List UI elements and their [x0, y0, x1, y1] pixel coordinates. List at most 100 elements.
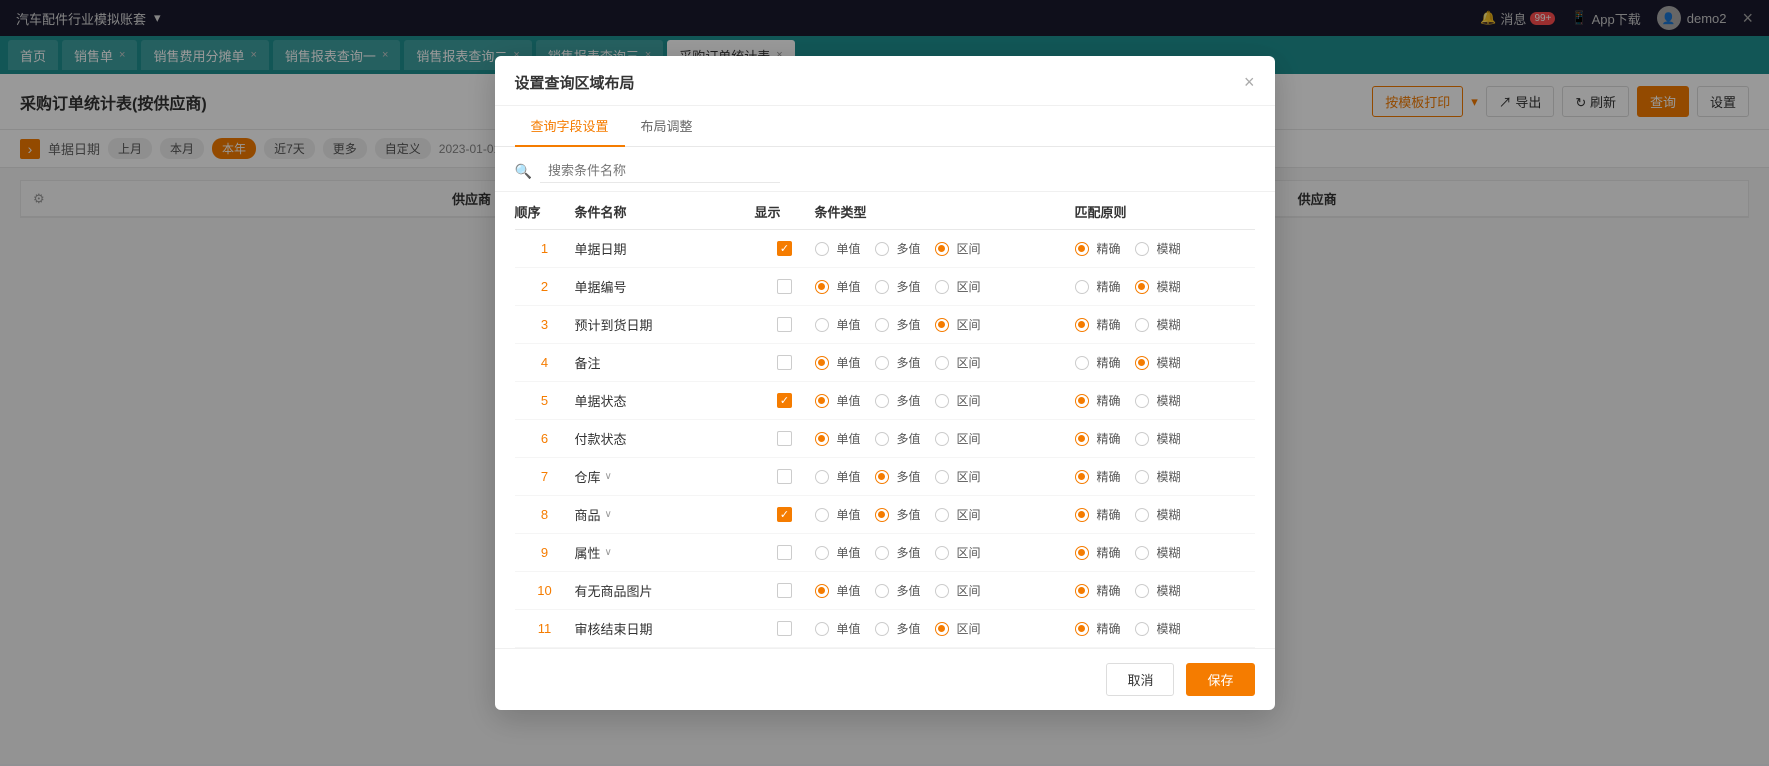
row-name-8: 属性∨	[575, 543, 755, 562]
radio-type-1-1[interactable]	[875, 280, 889, 294]
radio-match-label-4-0: 精确	[1097, 392, 1121, 409]
radio-type-10-2[interactable]	[935, 622, 949, 636]
checkbox-display-4[interactable]: ✓	[777, 393, 792, 408]
radio-match-3-0[interactable]	[1075, 356, 1089, 370]
row-match-8: 精确模糊	[1075, 544, 1275, 561]
radio-type-0-0[interactable]	[815, 242, 829, 256]
radio-type-4-1[interactable]	[875, 394, 889, 408]
radio-type-9-0[interactable]	[815, 584, 829, 598]
radio-match-label-8-1: 模糊	[1157, 544, 1181, 561]
radio-type-label-10-0: 单值	[837, 620, 861, 637]
radio-type-10-1[interactable]	[875, 622, 889, 636]
save-button[interactable]: 保存	[1186, 663, 1254, 696]
radio-match-4-1[interactable]	[1135, 394, 1149, 408]
radio-type-2-2[interactable]	[935, 318, 949, 332]
radio-type-3-2[interactable]	[935, 356, 949, 370]
radio-type-7-1[interactable]	[875, 508, 889, 522]
radio-type-8-1[interactable]	[875, 546, 889, 560]
radio-match-label-1-1: 模糊	[1157, 278, 1181, 295]
table-row: 1单据日期✓单值多值区间精确模糊	[515, 230, 1255, 268]
radio-type-7-0[interactable]	[815, 508, 829, 522]
radio-type-7-2[interactable]	[935, 508, 949, 522]
radio-match-10-1[interactable]	[1135, 622, 1149, 636]
row-display-8	[755, 545, 815, 560]
checkbox-display-3[interactable]	[777, 355, 792, 370]
radio-match-1-1[interactable]	[1135, 280, 1149, 294]
row-index-6: 7	[515, 469, 575, 484]
radio-type-label-7-2: 区间	[957, 506, 981, 523]
radio-type-label-8-2: 区间	[957, 544, 981, 561]
checkbox-display-8[interactable]	[777, 545, 792, 560]
radio-type-6-1[interactable]	[875, 470, 889, 484]
radio-match-10-0[interactable]	[1075, 622, 1089, 636]
row-display-3	[755, 355, 815, 370]
table-row: 4备注单值多值区间精确模糊	[515, 344, 1255, 382]
radio-type-2-1[interactable]	[875, 318, 889, 332]
row-name-7: 商品∨	[575, 505, 755, 524]
radio-type-3-1[interactable]	[875, 356, 889, 370]
row-display-6	[755, 469, 815, 484]
checkbox-display-9[interactable]	[777, 583, 792, 598]
radio-type-9-2[interactable]	[935, 584, 949, 598]
radio-match-label-9-0: 精确	[1097, 582, 1121, 599]
radio-match-0-1[interactable]	[1135, 242, 1149, 256]
row-name-6: 仓库∨	[575, 467, 755, 486]
radio-match-5-0[interactable]	[1075, 432, 1089, 446]
row-display-9	[755, 583, 815, 598]
radio-match-9-1[interactable]	[1135, 584, 1149, 598]
radio-type-3-0[interactable]	[815, 356, 829, 370]
radio-type-label-0-2: 区间	[957, 240, 981, 257]
radio-type-10-0[interactable]	[815, 622, 829, 636]
radio-match-8-0[interactable]	[1075, 546, 1089, 560]
radio-match-9-0[interactable]	[1075, 584, 1089, 598]
radio-match-8-1[interactable]	[1135, 546, 1149, 560]
checkbox-display-1[interactable]	[777, 279, 792, 294]
radio-match-label-3-0: 精确	[1097, 354, 1121, 371]
radio-type-5-1[interactable]	[875, 432, 889, 446]
radio-type-4-2[interactable]	[935, 394, 949, 408]
radio-match-7-1[interactable]	[1135, 508, 1149, 522]
radio-type-8-0[interactable]	[815, 546, 829, 560]
dialog-tab-query-fields[interactable]: 查询字段设置	[515, 106, 625, 147]
radio-match-1-0[interactable]	[1075, 280, 1089, 294]
radio-type-5-0[interactable]	[815, 432, 829, 446]
radio-match-4-0[interactable]	[1075, 394, 1089, 408]
radio-type-label-7-0: 单值	[837, 506, 861, 523]
radio-type-2-0[interactable]	[815, 318, 829, 332]
radio-match-3-1[interactable]	[1135, 356, 1149, 370]
row-name-2: 预计到货日期	[575, 315, 755, 334]
radio-type-1-2[interactable]	[935, 280, 949, 294]
col-header-match: 匹配原则	[1075, 202, 1275, 221]
checkbox-display-0[interactable]: ✓	[777, 241, 792, 256]
checkbox-display-2[interactable]	[777, 317, 792, 332]
radio-match-7-0[interactable]	[1075, 508, 1089, 522]
table-row: 7仓库∨单值多值区间精确模糊	[515, 458, 1255, 496]
radio-type-6-2[interactable]	[935, 470, 949, 484]
radio-match-6-1[interactable]	[1135, 470, 1149, 484]
search-input[interactable]	[540, 159, 780, 183]
dialog-tab-layout[interactable]: 布局调整	[625, 106, 709, 147]
radio-match-label-0-1: 模糊	[1157, 240, 1181, 257]
radio-type-9-1[interactable]	[875, 584, 889, 598]
checkbox-display-5[interactable]	[777, 431, 792, 446]
radio-type-1-0[interactable]	[815, 280, 829, 294]
dialog-overlay: 设置查询区域布局 × 查询字段设置 布局调整 🔍 顺序 条件名称 显示 条件类型	[0, 0, 1769, 766]
radio-type-0-2[interactable]	[935, 242, 949, 256]
radio-type-8-2[interactable]	[935, 546, 949, 560]
cancel-button[interactable]: 取消	[1106, 663, 1174, 696]
dialog-close-button[interactable]: ×	[1244, 72, 1255, 93]
radio-type-5-2[interactable]	[935, 432, 949, 446]
radio-match-0-0[interactable]	[1075, 242, 1089, 256]
radio-type-6-0[interactable]	[815, 470, 829, 484]
checkbox-display-10[interactable]	[777, 621, 792, 636]
radio-type-0-1[interactable]	[875, 242, 889, 256]
radio-match-2-0[interactable]	[1075, 318, 1089, 332]
checkbox-display-7[interactable]: ✓	[777, 507, 792, 522]
row-index-4: 5	[515, 393, 575, 408]
radio-type-label-5-0: 单值	[837, 430, 861, 447]
radio-match-6-0[interactable]	[1075, 470, 1089, 484]
checkbox-display-6[interactable]	[777, 469, 792, 484]
radio-type-4-0[interactable]	[815, 394, 829, 408]
radio-match-2-1[interactable]	[1135, 318, 1149, 332]
radio-match-5-1[interactable]	[1135, 432, 1149, 446]
